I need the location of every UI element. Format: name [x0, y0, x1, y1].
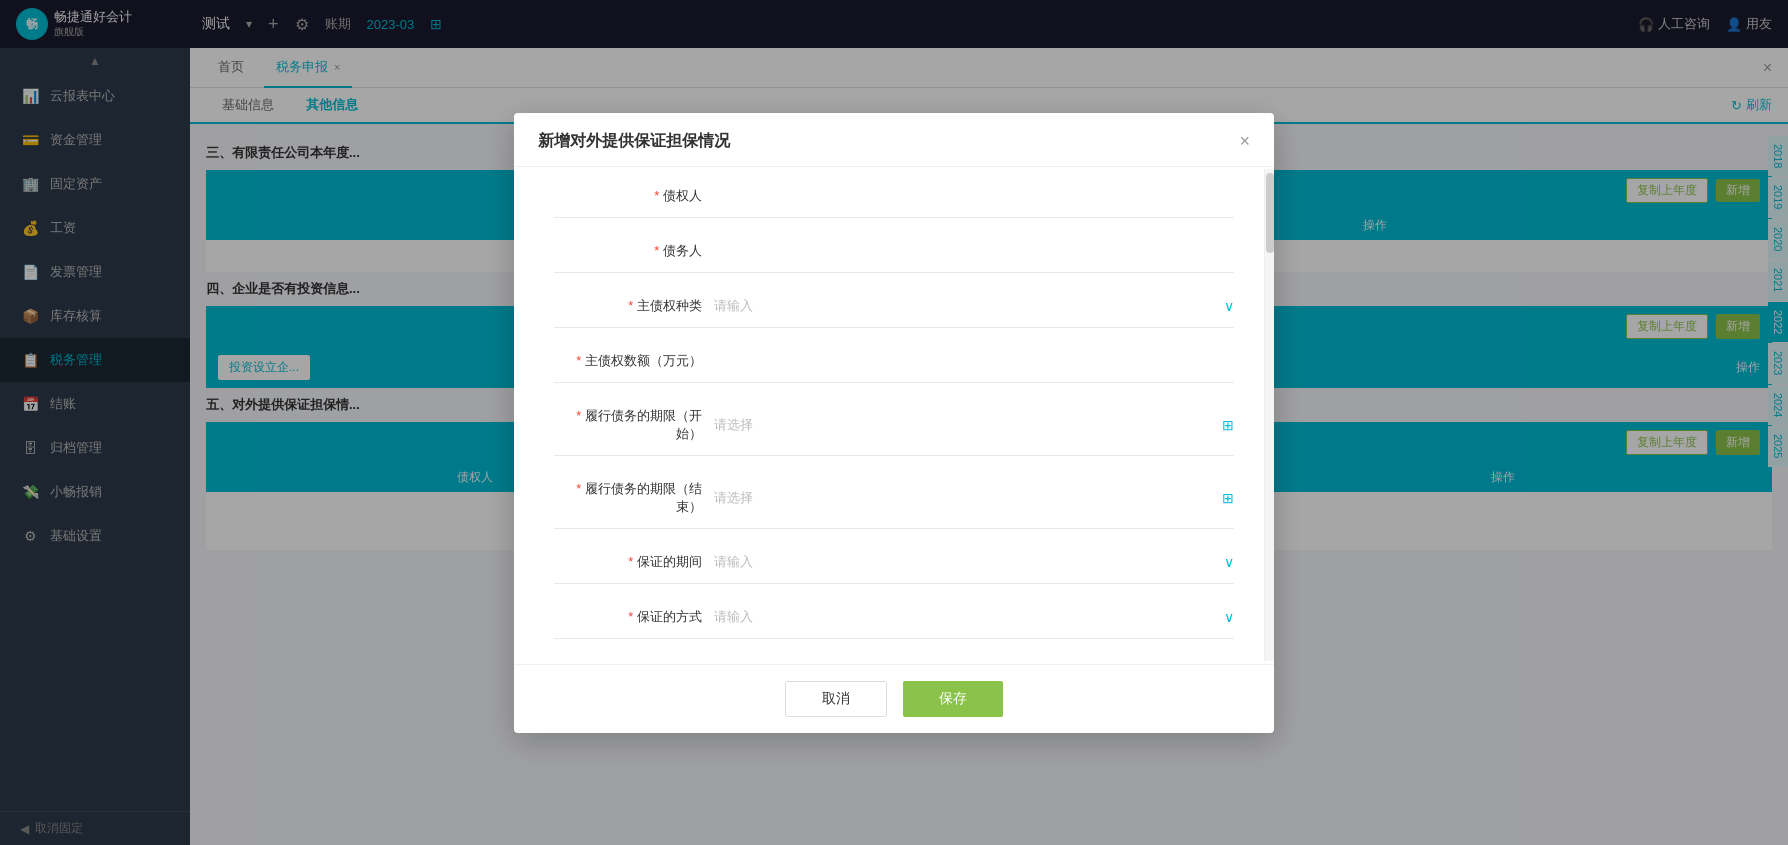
field-wrap-debtor — [714, 243, 1234, 258]
modal-scrollbar — [1264, 169, 1274, 661]
field-label-period-end: * 履行债务的期限（结束） — [554, 480, 714, 516]
save-button[interactable]: 保存 — [903, 681, 1003, 717]
cancel-button[interactable]: 取消 — [785, 681, 887, 717]
guarantee-period-input[interactable] — [714, 554, 1216, 569]
field-label-creditor: * 债权人 — [554, 187, 714, 205]
modal-footer: 取消 保存 — [514, 664, 1274, 733]
field-label-guarantee-method: * 保证的方式 — [554, 608, 714, 626]
modal-overlay: 新增对外提供保证担保情况 × * 债权人 * 债务人 — [0, 0, 1788, 845]
period-start-cal-icon[interactable]: ⊞ — [1222, 417, 1234, 433]
modal-body: * 债权人 * 债务人 * — [514, 167, 1274, 664]
field-label-debt-type: * 主债权种类 — [554, 297, 714, 315]
modal-header: 新增对外提供保证担保情况 × — [514, 113, 1274, 167]
field-wrap-period-end: ⊞ — [714, 490, 1234, 506]
form-row-guarantee-period: * 保证的期间 ∨ — [554, 553, 1234, 584]
debt-type-dropdown-icon[interactable]: ∨ — [1224, 298, 1234, 314]
modal-scrollbar-thumb[interactable] — [1266, 173, 1274, 253]
guarantee-method-dropdown-icon[interactable]: ∨ — [1224, 609, 1234, 625]
form-row-guarantee-method: * 保证的方式 ∨ — [554, 608, 1234, 639]
field-wrap-guarantee-period: ∨ — [714, 554, 1234, 570]
debt-type-input[interactable] — [714, 298, 1216, 313]
field-wrap-guarantee-method: ∨ — [714, 609, 1234, 625]
field-label-debt-amount: * 主债权数额（万元） — [554, 352, 714, 370]
form-row-debt-type: * 主债权种类 ∨ — [554, 297, 1234, 328]
period-start-input[interactable] — [714, 417, 1214, 432]
form-row-debt-amount: * 主债权数额（万元） — [554, 352, 1234, 383]
field-label-period-start: * 履行债务的期限（开始） — [554, 407, 714, 443]
field-wrap-creditor — [714, 188, 1234, 203]
debt-amount-input[interactable] — [714, 353, 1234, 368]
creditor-input[interactable] — [714, 188, 1234, 203]
field-wrap-debt-type: ∨ — [714, 298, 1234, 314]
field-label-debtor: * 债务人 — [554, 242, 714, 260]
guarantee-period-dropdown-icon[interactable]: ∨ — [1224, 554, 1234, 570]
guarantee-method-input[interactable] — [714, 609, 1216, 624]
modal-title: 新增对外提供保证担保情况 — [538, 131, 730, 152]
form-row-debtor: * 债务人 — [554, 242, 1234, 273]
modal-dialog: 新增对外提供保证担保情况 × * 债权人 * 债务人 — [514, 113, 1274, 733]
modal-close-button[interactable]: × — [1239, 131, 1250, 152]
period-end-input[interactable] — [714, 490, 1214, 505]
period-end-cal-icon[interactable]: ⊞ — [1222, 490, 1234, 506]
form-row-period-start: * 履行债务的期限（开始） ⊞ — [554, 407, 1234, 456]
field-label-guarantee-period: * 保证的期间 — [554, 553, 714, 571]
field-wrap-debt-amount — [714, 353, 1234, 368]
debtor-input[interactable] — [714, 243, 1234, 258]
field-wrap-period-start: ⊞ — [714, 417, 1234, 433]
form-row-period-end: * 履行债务的期限（结束） ⊞ — [554, 480, 1234, 529]
form-row-creditor: * 债权人 — [554, 187, 1234, 218]
